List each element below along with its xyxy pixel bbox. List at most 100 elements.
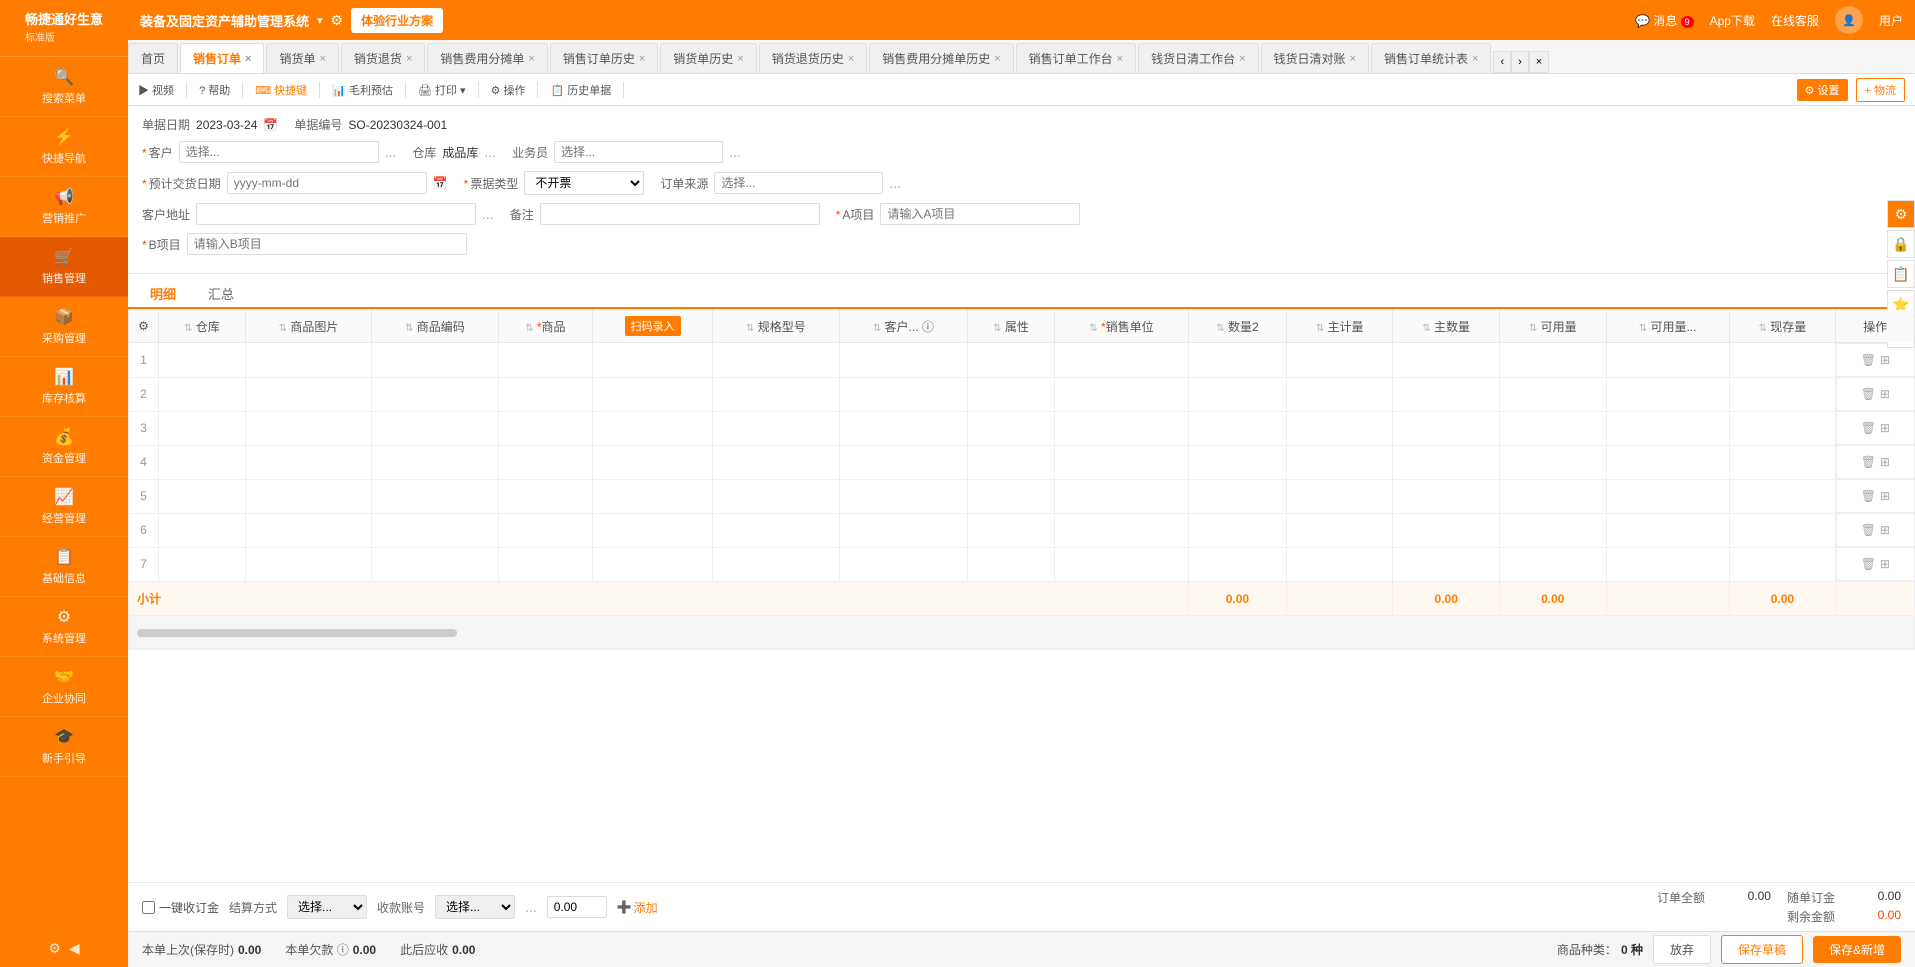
toolbar-operation-btn[interactable]: ⚙ 操作: [491, 82, 526, 98]
toolbar-print-btn[interactable]: 🖨 打印 ▾: [418, 82, 466, 98]
row-delete-2[interactable]: 🗑: [1861, 387, 1876, 401]
cell-5-11[interactable]: [1393, 479, 1500, 513]
cell-5-14[interactable]: [1729, 479, 1836, 513]
row-copy-4[interactable]: ⊞: [1880, 455, 1890, 469]
cell-4-7[interactable]: [968, 445, 1055, 479]
receipt-amount-input[interactable]: [547, 896, 607, 918]
tab-8[interactable]: 销售费用分摊单历史×: [869, 43, 1013, 73]
cell-6-14[interactable]: [1729, 513, 1836, 547]
one-click-checkbox[interactable]: [142, 901, 155, 914]
cell-1-2[interactable]: [372, 343, 498, 378]
float-btn-1[interactable]: ⚙: [1887, 200, 1915, 228]
sidebar-item-2[interactable]: 📢营销推广: [0, 177, 128, 237]
system-dropdown-btn[interactable]: ▾: [317, 14, 323, 27]
tab-1[interactable]: 销售订单×: [180, 43, 264, 74]
tab-detail[interactable]: 明细: [142, 280, 184, 309]
cell-6-3[interactable]: [498, 513, 593, 547]
cell-5-4[interactable]: [593, 479, 713, 513]
settlement-select[interactable]: 选择...: [287, 895, 367, 919]
cell-1-10[interactable]: [1286, 343, 1393, 378]
cell-1-13[interactable]: [1606, 343, 1729, 378]
user-avatar[interactable]: 👤: [1835, 6, 1863, 34]
tab-close-10[interactable]: ×: [1239, 53, 1245, 65]
staff-more-btn[interactable]: ...: [729, 144, 741, 160]
cell-5-0[interactable]: [159, 479, 246, 513]
cell-5-5[interactable]: [713, 479, 839, 513]
staff-input[interactable]: [554, 141, 723, 163]
sort-spec[interactable]: ⇅: [746, 323, 754, 334]
tab-close-7[interactable]: ×: [848, 53, 854, 65]
cell-3-10[interactable]: [1286, 411, 1393, 445]
cell-4-2[interactable]: [372, 445, 498, 479]
sort-available2[interactable]: ⇅: [1639, 323, 1647, 334]
cell-5-8[interactable]: [1054, 479, 1188, 513]
scan-enter-btn[interactable]: 扫码录入: [625, 316, 681, 336]
cell-3-14[interactable]: [1729, 411, 1836, 445]
cell-1-0[interactable]: [159, 343, 246, 378]
a-project-input[interactable]: [880, 203, 1080, 225]
cell-2-4[interactable]: [593, 377, 713, 411]
tab-close-1[interactable]: ×: [245, 53, 251, 65]
customer-input[interactable]: [179, 141, 379, 163]
settings-btn[interactable]: ⚙ 设置: [1797, 79, 1848, 101]
cell-4-3[interactable]: [498, 445, 593, 479]
cell-3-3[interactable]: [498, 411, 593, 445]
sort-unit[interactable]: ⇅: [1089, 323, 1097, 334]
sidebar-item-0[interactable]: 🔍搜索菜单: [0, 57, 128, 117]
sort-main-qty[interactable]: ⇅: [1422, 323, 1430, 334]
addgoods-btn[interactable]: + 物流: [1856, 78, 1905, 102]
float-btn-3[interactable]: 📋: [1887, 260, 1915, 288]
cell-3-8[interactable]: [1054, 411, 1188, 445]
cell-4-10[interactable]: [1286, 445, 1393, 479]
cell-5-9[interactable]: [1189, 479, 1287, 513]
sort-goods[interactable]: ⇅: [525, 323, 533, 334]
cell-2-14[interactable]: [1729, 377, 1836, 411]
cell-2-3[interactable]: [498, 377, 593, 411]
cell-1-14[interactable]: [1729, 343, 1836, 378]
delivery-date-input[interactable]: [227, 172, 427, 194]
cell-1-9[interactable]: [1189, 343, 1287, 378]
sidebar-item-8[interactable]: 📋基础信息: [0, 537, 128, 597]
tab-close-4[interactable]: ×: [528, 53, 534, 65]
cell-5-10[interactable]: [1286, 479, 1393, 513]
cell-1-7[interactable]: [968, 343, 1055, 378]
customer-addr-input[interactable]: [196, 203, 476, 225]
row-copy-6[interactable]: ⊞: [1880, 523, 1890, 537]
cell-2-6[interactable]: [839, 377, 968, 411]
cell-1-5[interactable]: [713, 343, 839, 378]
cell-1-12[interactable]: [1499, 343, 1606, 378]
cell-7-6[interactable]: [839, 547, 968, 582]
row-delete-3[interactable]: 🗑: [1861, 421, 1876, 435]
cell-3-2[interactable]: [372, 411, 498, 445]
tab-10[interactable]: 钱货日清工作台×: [1138, 43, 1258, 73]
collapse-icon[interactable]: ◀: [69, 940, 80, 957]
save-draft-button[interactable]: 保存草稿: [1721, 935, 1803, 964]
cell-3-11[interactable]: [1393, 411, 1500, 445]
sidebar-item-11[interactable]: 🎓新手引导: [0, 717, 128, 777]
cell-3-12[interactable]: [1499, 411, 1606, 445]
sidebar-item-10[interactable]: 🤝企业协同: [0, 657, 128, 717]
cell-6-2[interactable]: [372, 513, 498, 547]
sidebar-item-7[interactable]: 📈经营管理: [0, 477, 128, 537]
invoice-type-select[interactable]: 不开票: [524, 171, 644, 195]
cell-5-2[interactable]: [372, 479, 498, 513]
cell-4-13[interactable]: [1606, 445, 1729, 479]
toolbar-shortcut-btn[interactable]: ⌨ 快捷键: [255, 82, 307, 98]
cell-4-11[interactable]: [1393, 445, 1500, 479]
cell-2-7[interactable]: [968, 377, 1055, 411]
cell-1-11[interactable]: [1393, 343, 1500, 378]
cell-4-9[interactable]: [1189, 445, 1287, 479]
cell-3-9[interactable]: [1189, 411, 1287, 445]
customer-more-btn[interactable]: ...: [385, 144, 397, 160]
receipt-account-select[interactable]: 选择...: [435, 895, 515, 919]
sidebar-item-5[interactable]: 📊库存核算: [0, 357, 128, 417]
cell-4-12[interactable]: [1499, 445, 1606, 479]
tab-4[interactable]: 销售费用分摊单×: [427, 43, 547, 73]
cell-5-7[interactable]: [968, 479, 1055, 513]
cell-1-3[interactable]: [498, 343, 593, 378]
row-copy-7[interactable]: ⊞: [1880, 557, 1890, 571]
tab-close-9[interactable]: ×: [1117, 53, 1123, 65]
cell-2-10[interactable]: [1286, 377, 1393, 411]
row-delete-4[interactable]: 🗑: [1861, 455, 1876, 469]
cell-7-0[interactable]: [159, 547, 246, 582]
